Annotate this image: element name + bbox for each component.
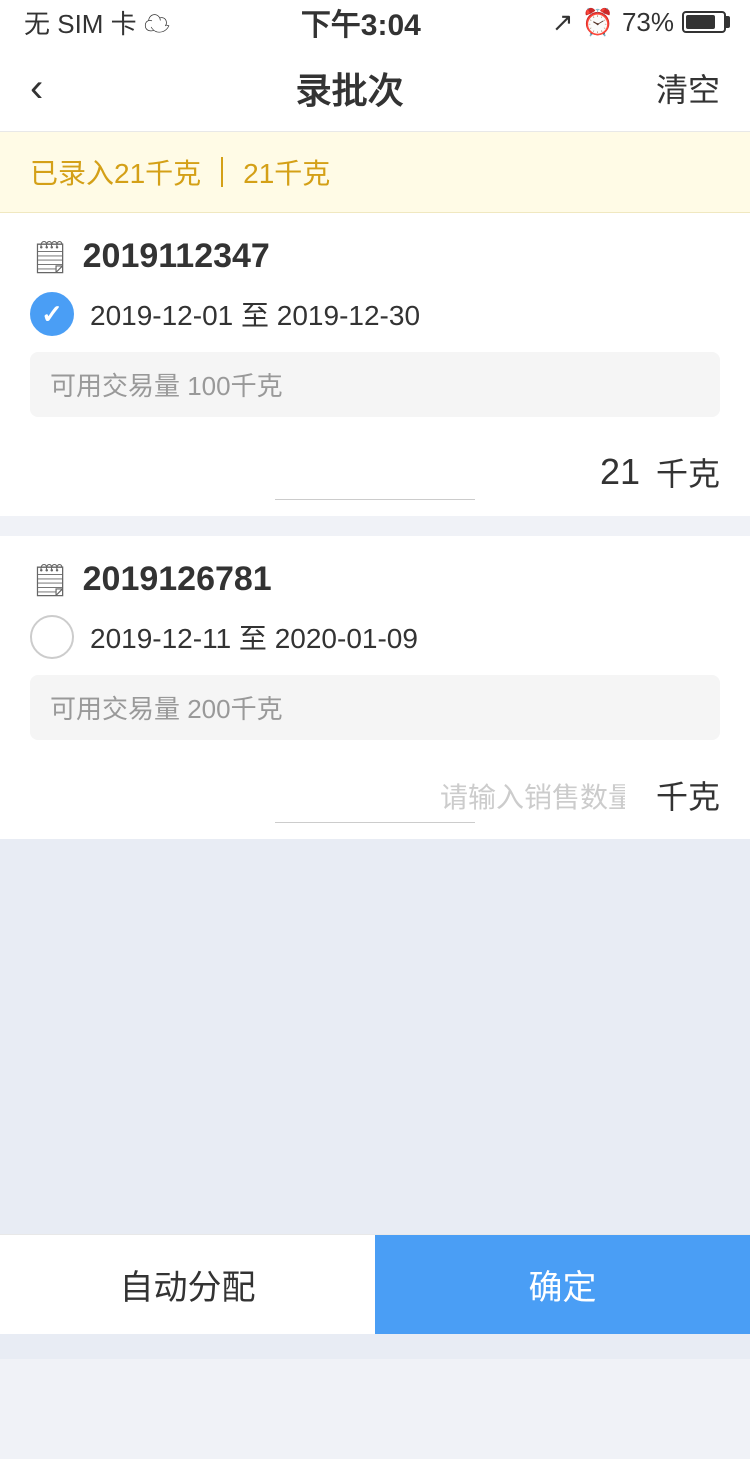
info-divider — [221, 157, 223, 187]
status-left: 无 SIM 卡 ☁ — [24, 4, 170, 41]
page-title: 录批次 — [296, 62, 404, 114]
info-banner: 已录入21千克 21千克 — [0, 132, 750, 213]
batch2-divider — [275, 822, 475, 823]
bottom-spacer — [0, 1359, 750, 1459]
batch2-quantity-wrapper: 千克 — [0, 756, 750, 839]
auto-distribute-button[interactable]: 自动分配 — [0, 1235, 375, 1334]
status-right: ↗ ⏰ 73% — [552, 7, 726, 38]
back-button[interactable]: ‹ — [30, 68, 43, 108]
page-container: 无 SIM 卡 ☁ 下午3:04 ↗ ⏰ 73% ‹ 录批次 清空 已录入21千… — [0, 0, 750, 1459]
batch1-quantity-inner: 21 千克 — [600, 449, 720, 495]
total-info: 21千克 — [243, 152, 330, 192]
batch1-icon: 🗒 — [30, 238, 71, 276]
section-separator — [0, 516, 750, 536]
batch1-available: 可用交易量 100千克 — [30, 352, 720, 417]
batch2-quantity-input[interactable] — [440, 774, 640, 816]
battery-percent: 73% — [622, 7, 674, 38]
recorded-info: 已录入21千克 — [30, 152, 201, 192]
batch1-header: 🗒 2019112347 — [0, 213, 750, 284]
status-bar: 无 SIM 卡 ☁ 下午3:04 ↗ ⏰ 73% — [0, 0, 750, 44]
battery-icon — [682, 11, 726, 33]
batch2-number: 2019126781 — [83, 560, 272, 599]
bottom-bar: 自动分配 确定 — [0, 1234, 750, 1334]
batch2-date: 2019-12-11 至 2020-01-09 — [90, 617, 418, 657]
batch2-date-row: 2019-12-11 至 2020-01-09 — [0, 607, 750, 667]
batch2-quantity-inner: 千克 — [440, 772, 720, 818]
batch-card-1: 🗒 2019112347 2019-12-01 至 2019-12-30 可用交… — [0, 213, 750, 516]
batch2-header: 🗒 2019126781 — [0, 536, 750, 607]
batch1-unit: 千克 — [656, 449, 720, 495]
batch1-divider — [275, 499, 475, 500]
status-time: 下午3:04 — [301, 0, 421, 44]
location-icon: ↗ — [552, 7, 574, 38]
batch1-quantity-wrapper: 21 千克 — [0, 433, 750, 516]
confirm-button[interactable]: 确定 — [375, 1235, 750, 1334]
batch2-unit: 千克 — [656, 772, 720, 818]
nav-bar: ‹ 录批次 清空 — [0, 44, 750, 132]
batch-card-2: 🗒 2019126781 2019-12-11 至 2020-01-09 可用交… — [0, 536, 750, 839]
batch1-quantity-value: 21 — [600, 451, 640, 493]
batch1-date: 2019-12-01 至 2019-12-30 — [90, 294, 420, 334]
batch1-number: 2019112347 — [83, 237, 270, 276]
batch2-icon: 🗒 — [30, 561, 71, 599]
batch2-radio[interactable] — [30, 615, 74, 659]
alarm-icon: ⏰ — [582, 7, 614, 38]
sim-label: 无 SIM 卡 ☁ — [24, 4, 170, 41]
batch1-radio[interactable] — [30, 292, 74, 336]
batch2-available: 可用交易量 200千克 — [30, 675, 720, 740]
batch1-date-row: 2019-12-01 至 2019-12-30 — [0, 284, 750, 344]
clear-button[interactable]: 清空 — [656, 65, 720, 111]
